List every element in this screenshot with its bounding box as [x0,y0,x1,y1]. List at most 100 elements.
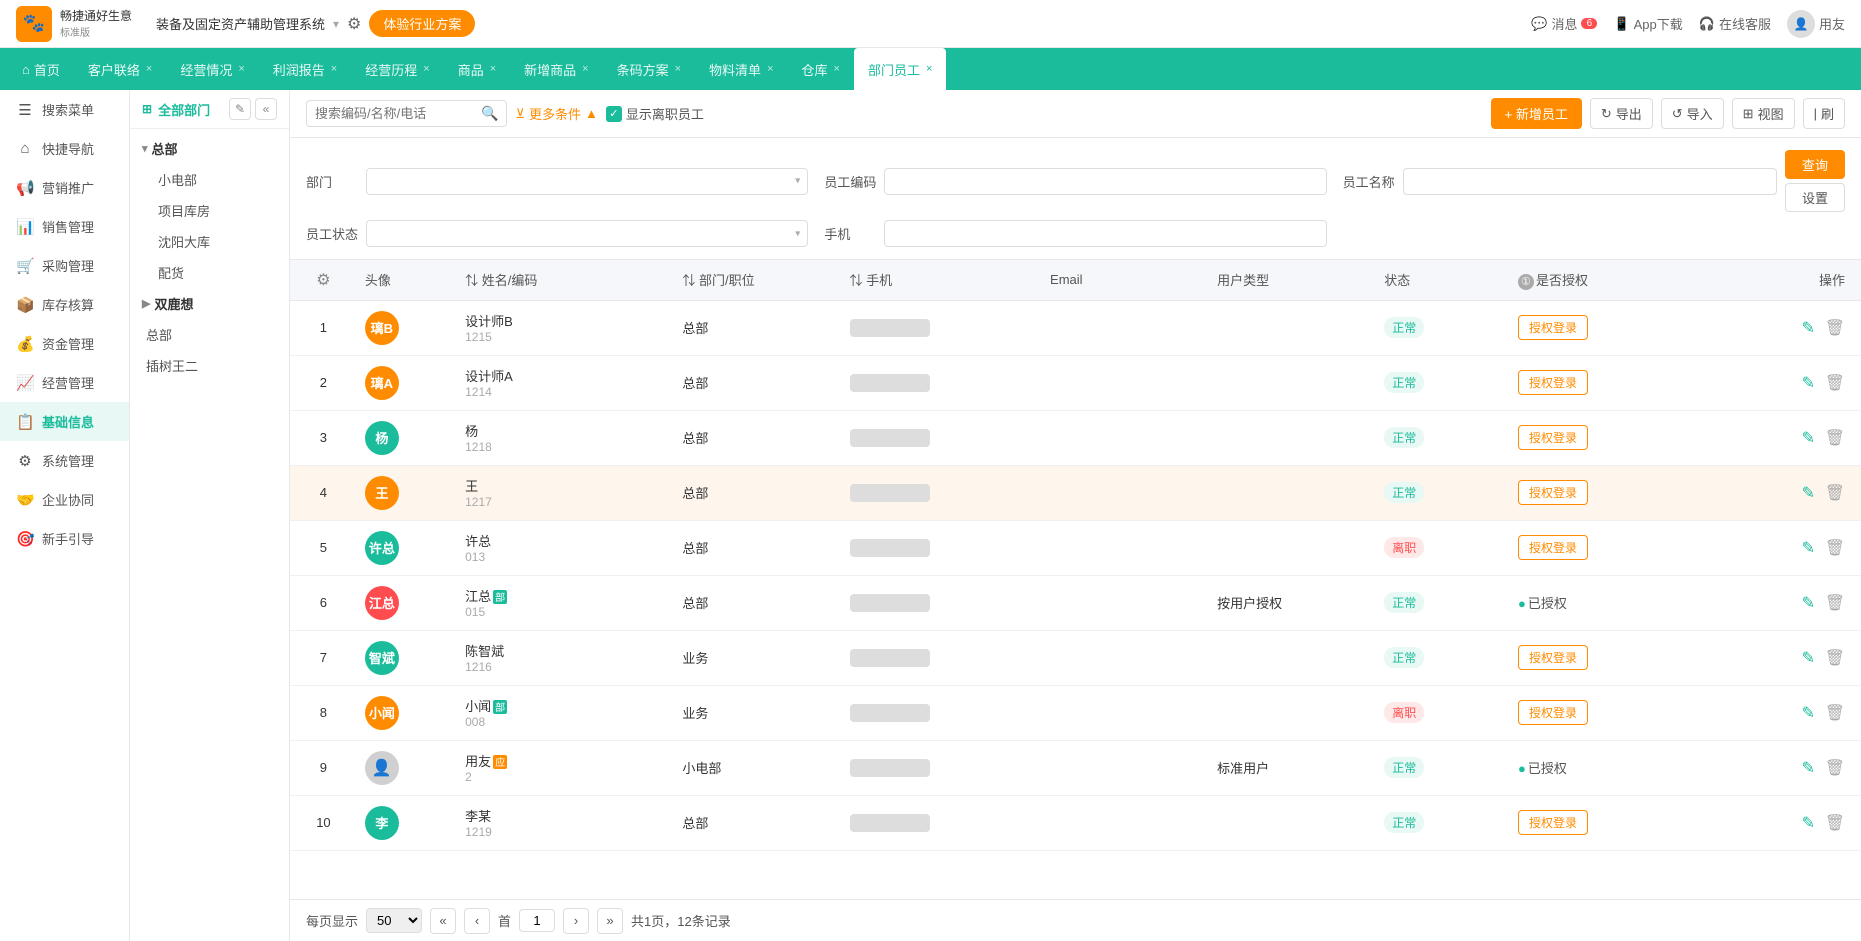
dept-select[interactable] [366,168,808,195]
edit-icon[interactable]: ✎ [1802,760,1815,777]
delete-icon[interactable]: 🗑 [1825,375,1845,392]
dept-item-shenyangdaku[interactable]: 沈阳大库 [130,226,289,257]
edit-icon[interactable]: ✎ [1802,705,1815,722]
delete-icon[interactable]: 🗑 [1825,815,1845,832]
tab-goods[interactable]: 商品 × [444,48,510,90]
search-input[interactable] [315,106,475,121]
sidebar-item-collab[interactable]: 🤝 企业协同 [0,480,129,519]
app-download-button[interactable]: 📱 App下载 [1613,14,1682,33]
sidebar-item-sales[interactable]: 📊 销售管理 [0,207,129,246]
sidebar-item-finance[interactable]: 💰 资金管理 [0,324,129,363]
sidebar-item-inventory[interactable]: 📦 库存核算 [0,285,129,324]
gear-button[interactable]: ⚙ [347,14,361,34]
close-icon[interactable]: × [146,63,152,75]
delete-icon[interactable]: 🗑 [1825,430,1845,447]
edit-icon[interactable]: ✎ [1802,595,1815,612]
edit-icon[interactable]: ✎ [1802,650,1815,667]
page-input[interactable] [519,909,555,932]
import-button[interactable]: ↺ 导入 [1661,98,1724,129]
more-filter-button[interactable]: ⊻ 更多条件 ▲ [515,104,597,123]
edit-icon[interactable]: ✎ [1802,430,1815,447]
prev-page-button[interactable]: ‹ [464,908,490,934]
tab-new-goods[interactable]: 新增商品 × [510,48,602,90]
sidebar-item-guide[interactable]: 🎯 新手引导 [0,519,129,558]
empcode-input[interactable] [884,168,1326,195]
edit-icon[interactable]: ✎ [1802,375,1815,392]
empstatus-select[interactable] [366,220,808,247]
delete-icon[interactable]: 🗑 [1825,650,1845,667]
close-icon[interactable]: × [331,63,337,75]
tab-history[interactable]: 经营历程 × [351,48,443,90]
view-button[interactable]: ⊞ 视图 [1732,98,1795,129]
close-icon[interactable]: × [926,63,932,75]
sidebar-item-marketing[interactable]: 📢 营销推广 [0,168,129,207]
edit-icon[interactable]: ✎ [1802,540,1815,557]
dept-group-shuanglu[interactable]: ▶ 双鹿想 [130,288,289,319]
delete-icon[interactable]: 🗑 [1825,485,1845,502]
close-icon[interactable]: × [490,63,496,75]
dropdown-arrow-icon[interactable]: ▾ [333,17,339,31]
tab-customer[interactable]: 客户联络 × [74,48,166,90]
delete-icon[interactable]: 🗑 [1825,760,1845,777]
add-employee-button[interactable]: + 新增员工 [1491,98,1582,129]
delete-icon[interactable]: 🗑 [1825,595,1845,612]
tab-warehouse[interactable]: 仓库 × [788,48,854,90]
edit-icon[interactable]: ✎ [1802,320,1815,337]
close-icon[interactable]: × [238,63,244,75]
user-menu[interactable]: 👤 用友 [1787,10,1845,38]
dept-panel-edit-btn[interactable]: ✎ [229,98,251,120]
close-icon[interactable]: × [423,63,429,75]
edit-icon[interactable]: ✎ [1802,485,1815,502]
close-icon[interactable]: × [582,63,588,75]
dept-item-zongbu[interactable]: 总部 [130,319,289,350]
message-button[interactable]: 💬 消息 6 [1531,14,1597,33]
tab-operation[interactable]: 经营情况 × [166,48,258,90]
close-icon[interactable]: × [675,63,681,75]
next-page-button[interactable]: › [563,908,589,934]
experience-button[interactable]: 体验行业方案 [369,10,475,37]
authorize-button[interactable]: 授权登录 [1518,425,1588,450]
phone-input[interactable] [884,220,1326,247]
authorize-button[interactable]: 授权登录 [1518,480,1588,505]
delete-icon[interactable]: 🗑 [1825,705,1845,722]
authorize-button[interactable]: 授权登录 [1518,810,1588,835]
dept-panel-collapse-btn[interactable]: « [255,98,277,120]
authorize-button[interactable]: 授权登录 [1518,535,1588,560]
export-button[interactable]: ↻ 导出 [1590,98,1653,129]
set-button[interactable]: 设置 [1785,183,1845,212]
sidebar-item-purchase[interactable]: 🛒 采购管理 [0,246,129,285]
dept-group-zongbu[interactable]: ▾ 总部 [130,133,289,164]
print-button[interactable]: | 刷 [1803,98,1845,129]
authorize-button[interactable]: 授权登录 [1518,315,1588,340]
close-icon[interactable]: × [767,63,773,75]
online-service-button[interactable]: 🎧 在线客服 [1699,14,1771,33]
delete-icon[interactable]: 🗑 [1825,320,1845,337]
last-page-button[interactable]: » [597,908,623,934]
tab-barcode[interactable]: 条码方案 × [603,48,695,90]
dept-item-chashuwanger[interactable]: 插树王二 [130,350,289,381]
sidebar-item-shortcut[interactable]: ⌂ 快捷导航 [0,129,129,168]
tab-home[interactable]: ⌂ 首页 [8,48,74,90]
settings-col-icon[interactable]: ⚙ [314,271,332,289]
first-page-button[interactable]: « [430,908,456,934]
show-inactive-button[interactable]: ✓ 显示离职员工 [606,104,704,123]
sidebar-item-mgmt[interactable]: 📈 经营管理 [0,363,129,402]
authorize-button[interactable]: 授权登录 [1518,700,1588,725]
sidebar-item-basic[interactable]: 📋 基础信息 [0,402,129,441]
tab-bom[interactable]: 物料清单 × [695,48,787,90]
tab-staff[interactable]: 部门员工 × [854,48,946,90]
delete-icon[interactable]: 🗑 [1825,540,1845,557]
sidebar-item-search[interactable]: ☰ 搜索菜单 [0,90,129,129]
authorize-button[interactable]: 授权登录 [1518,370,1588,395]
edit-icon[interactable]: ✎ [1802,815,1815,832]
empname-input[interactable] [1403,168,1777,195]
dept-item-peihuo[interactable]: 配货 [130,257,289,288]
dept-item-xiaodibu[interactable]: 小电部 [130,164,289,195]
query-button[interactable]: 查询 [1785,150,1845,179]
close-icon[interactable]: × [834,63,840,75]
dept-item-xiangmukufang[interactable]: 项目库房 [130,195,289,226]
sidebar-item-system[interactable]: ⚙ 系统管理 [0,441,129,480]
tab-profit[interactable]: 利润报告 × [259,48,351,90]
per-page-select[interactable]: 50 10 20 100 [366,908,422,933]
authorize-button[interactable]: 授权登录 [1518,645,1588,670]
